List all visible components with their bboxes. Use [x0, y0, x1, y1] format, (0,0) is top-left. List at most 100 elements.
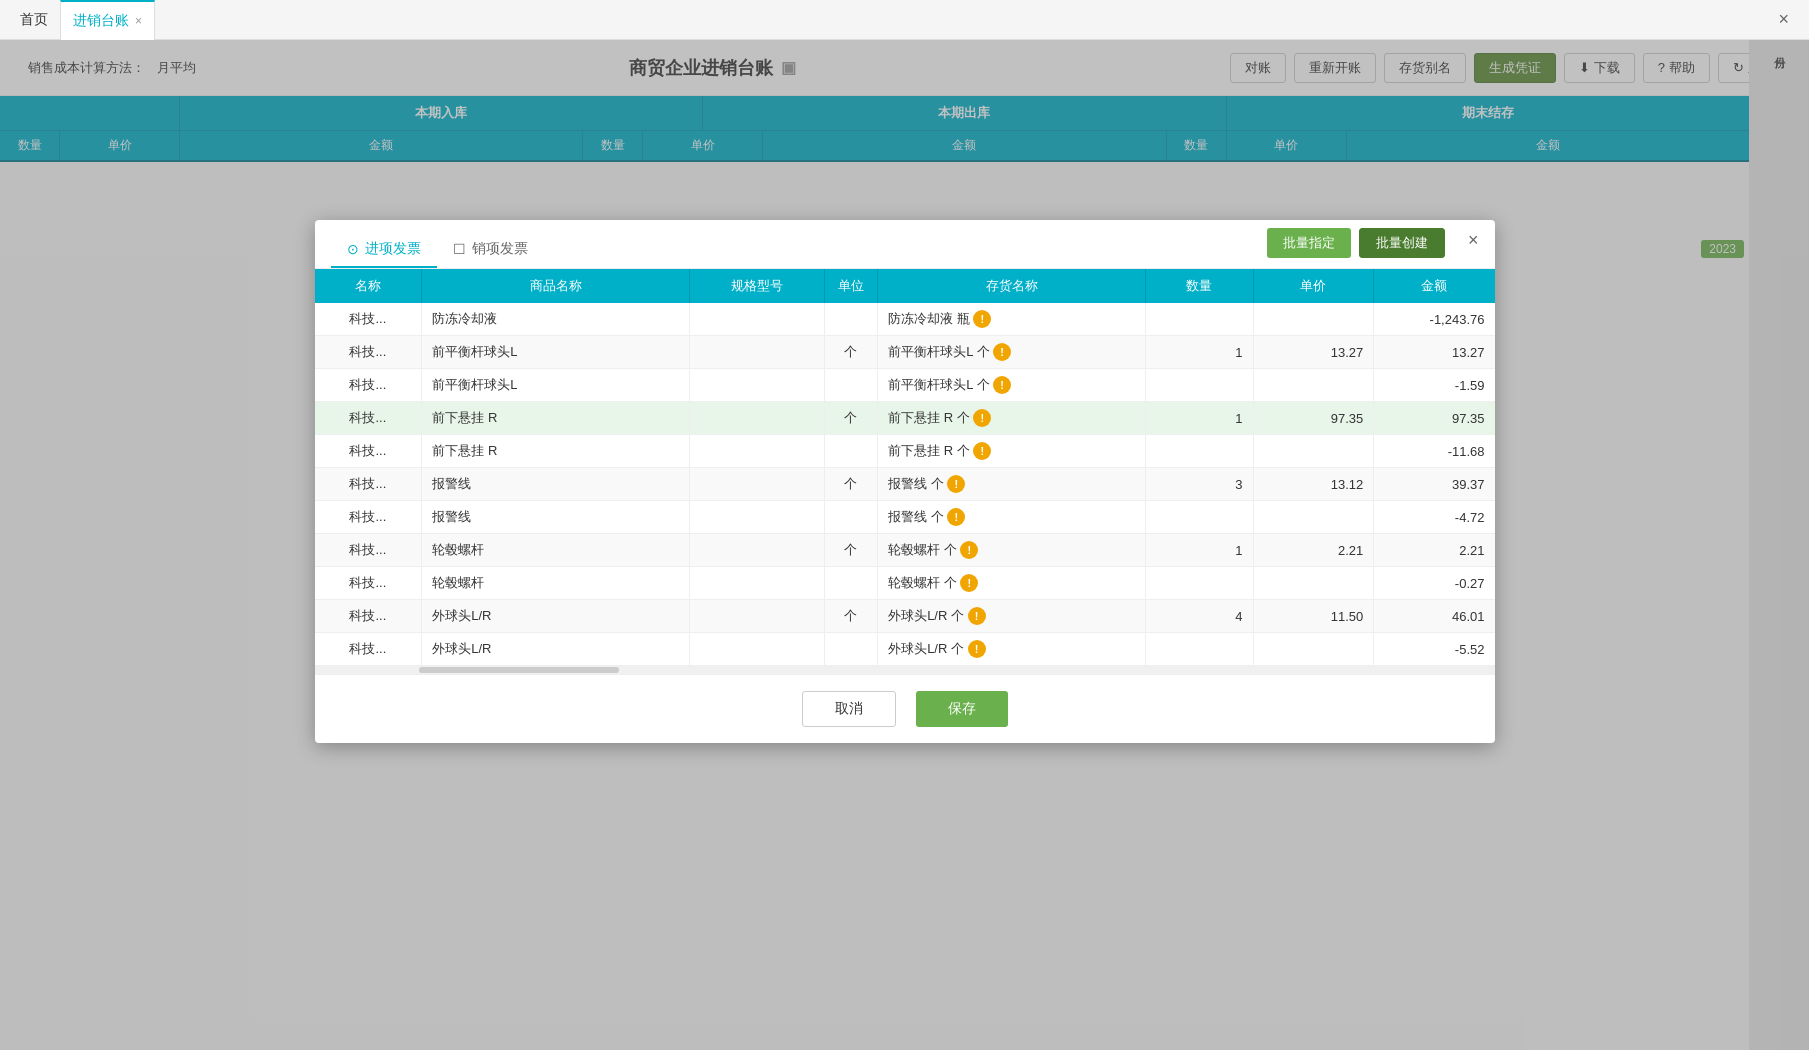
tab-close-icon[interactable]: × [135, 14, 142, 28]
amount-cell: 97.35 [1374, 402, 1495, 435]
amount-cell: -1,243.76 [1374, 303, 1495, 336]
spec-cell [690, 369, 824, 402]
warning-icon[interactable]: ! [968, 607, 986, 625]
outbound-tab-icon: ☐ [453, 241, 466, 257]
spec-cell [690, 633, 824, 666]
warning-icon[interactable]: ! [973, 310, 991, 328]
warning-icon[interactable]: ! [973, 442, 991, 460]
qty-cell [1146, 567, 1253, 600]
price-cell: 97.35 [1253, 402, 1374, 435]
amount-cell: -11.68 [1374, 435, 1495, 468]
qty-cell [1146, 501, 1253, 534]
goods-cell: 前平衡杆球头L [422, 336, 690, 369]
amount-cell: -5.52 [1374, 633, 1495, 666]
tab-outbound[interactable]: ☐ 销项发票 [437, 232, 544, 268]
spec-cell [690, 600, 824, 633]
goods-cell: 前平衡杆球头L [422, 369, 690, 402]
stock-name-cell: 前平衡杆球头L 个 ! [878, 336, 1146, 369]
name-cell: 科技... [315, 534, 422, 567]
batch-assign-button[interactable]: 批量指定 [1267, 228, 1351, 258]
table-row: 科技... 前平衡杆球头L 个 前平衡杆球头L 个 ! 1 13.27 13.2… [315, 336, 1495, 369]
warning-icon[interactable]: ! [993, 343, 1011, 361]
table-row: 科技... 外球头L/R 外球头L/R 个 ! -5.52 [315, 633, 1495, 666]
unit-cell [824, 435, 878, 468]
table-header-row: 名称 商品名称 规格型号 单位 存货名称 数量 单价 金额 [315, 269, 1495, 303]
goods-cell: 轮毂螺杆 [422, 567, 690, 600]
price-cell: 11.50 [1253, 600, 1374, 633]
warning-icon[interactable]: ! [960, 541, 978, 559]
price-cell [1253, 369, 1374, 402]
qty-cell: 1 [1146, 336, 1253, 369]
stock-name-cell: 前下悬挂 R 个 ! [878, 402, 1146, 435]
goods-cell: 外球头L/R [422, 600, 690, 633]
th-stock: 存货名称 [878, 269, 1146, 303]
warning-icon[interactable]: ! [968, 640, 986, 658]
spec-cell [690, 501, 824, 534]
warning-icon[interactable]: ! [993, 376, 1011, 394]
active-tab[interactable]: 进销台账 × [60, 0, 155, 40]
unit-cell: 个 [824, 402, 878, 435]
price-cell [1253, 567, 1374, 600]
name-cell: 科技... [315, 468, 422, 501]
batch-create-button[interactable]: 批量创建 [1359, 228, 1445, 258]
price-cell: 13.12 [1253, 468, 1374, 501]
price-cell: 2.21 [1253, 534, 1374, 567]
spec-cell [690, 567, 824, 600]
name-cell: 科技... [315, 435, 422, 468]
inbound-tab-icon: ⊙ [347, 241, 359, 257]
amount-cell: -0.27 [1374, 567, 1495, 600]
th-price: 单价 [1253, 269, 1374, 303]
unit-cell [824, 303, 878, 336]
stock-name-cell: 轮毂螺杆 个 ! [878, 534, 1146, 567]
goods-cell: 前下悬挂 R [422, 435, 690, 468]
save-button[interactable]: 保存 [916, 691, 1008, 727]
price-cell: 13.27 [1253, 336, 1374, 369]
price-cell [1253, 501, 1374, 534]
table-row: 科技... 报警线 报警线 个 ! -4.72 [315, 501, 1495, 534]
qty-cell [1146, 633, 1253, 666]
goods-cell: 外球头L/R [422, 633, 690, 666]
qty-cell [1146, 303, 1253, 336]
name-cell: 科技... [315, 402, 422, 435]
stock-name-cell: 前平衡杆球头L 个 ! [878, 369, 1146, 402]
spec-cell [690, 336, 824, 369]
amount-cell: 2.21 [1374, 534, 1495, 567]
unit-cell: 个 [824, 336, 878, 369]
unit-cell [824, 369, 878, 402]
stock-name-cell: 外球头L/R 个 ! [878, 633, 1146, 666]
th-amount: 金额 [1374, 269, 1495, 303]
th-name: 名称 [315, 269, 422, 303]
app-close-button[interactable]: × [1766, 9, 1801, 30]
home-label: 首页 [20, 11, 48, 29]
warning-icon[interactable]: ! [947, 508, 965, 526]
modal-header: ⊙ 进项发票 ☐ 销项发票 批量指定 批量创建 × [315, 220, 1495, 269]
horizontal-scrollbar[interactable] [315, 666, 1495, 674]
goods-cell: 轮毂螺杆 [422, 534, 690, 567]
name-cell: 科技... [315, 369, 422, 402]
inbound-tab-label: 进项发票 [365, 240, 421, 258]
qty-cell: 1 [1146, 402, 1253, 435]
home-tab[interactable]: 首页 [8, 0, 60, 40]
warning-icon[interactable]: ! [947, 475, 965, 493]
qty-cell: 3 [1146, 468, 1253, 501]
stock-name-cell: 防冻冷却液 瓶 ! [878, 303, 1146, 336]
scrollbar-thumb[interactable] [419, 667, 619, 673]
spec-cell [690, 534, 824, 567]
spec-cell [690, 402, 824, 435]
stock-name-cell: 外球头L/R 个 ! [878, 600, 1146, 633]
tab-inbound[interactable]: ⊙ 进项发票 [331, 232, 437, 268]
cancel-button[interactable]: 取消 [802, 691, 896, 727]
modal-footer: 取消 保存 [315, 674, 1495, 743]
modal-close-button[interactable]: × [1468, 230, 1479, 251]
warning-icon[interactable]: ! [973, 409, 991, 427]
table-row: 科技... 报警线 个 报警线 个 ! 3 13.12 39.37 [315, 468, 1495, 501]
amount-cell: -1.59 [1374, 369, 1495, 402]
th-unit: 单位 [824, 269, 878, 303]
top-nav: 首页 进销台账 × × [0, 0, 1809, 40]
warning-icon[interactable]: ! [960, 574, 978, 592]
name-cell: 科技... [315, 336, 422, 369]
stock-name-cell: 轮毂螺杆 个 ! [878, 567, 1146, 600]
amount-cell: 39.37 [1374, 468, 1495, 501]
spec-cell [690, 435, 824, 468]
goods-cell: 报警线 [422, 468, 690, 501]
